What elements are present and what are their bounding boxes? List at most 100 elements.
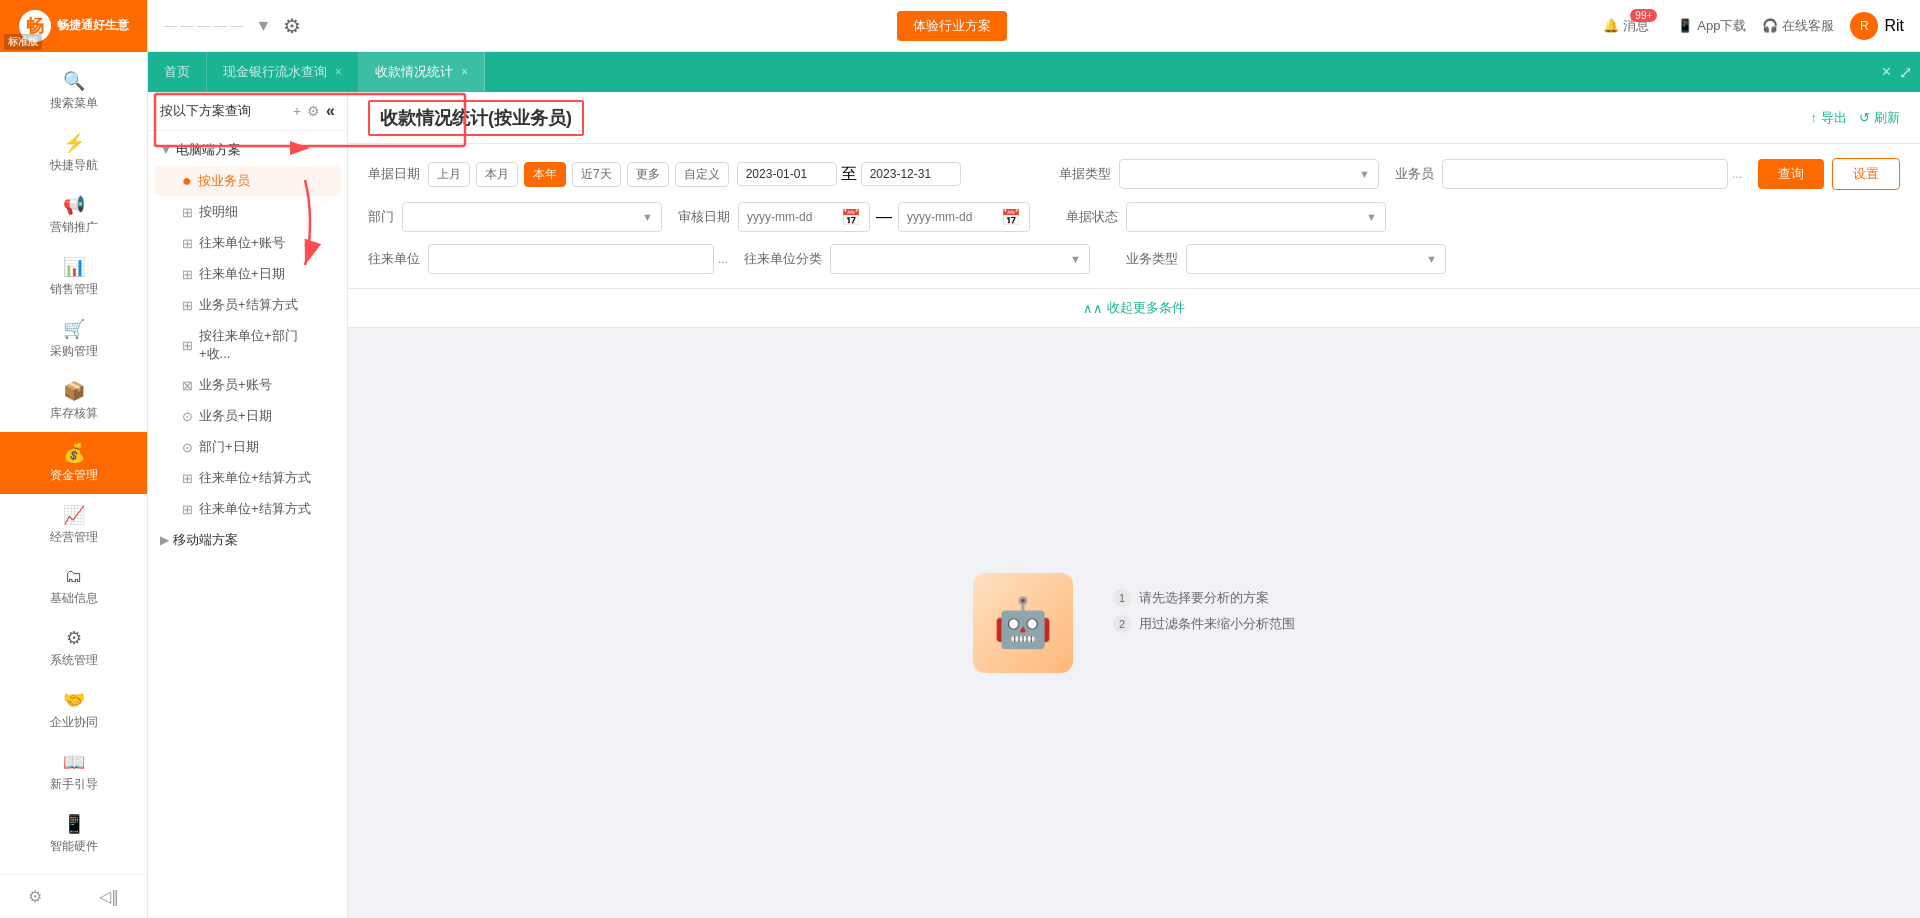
calendar-icon-2[interactable]: 📅: [1001, 208, 1021, 227]
export-btn[interactable]: ↑ 导出: [1811, 109, 1848, 127]
dept-label: 部门: [368, 208, 394, 226]
filter-docstatus: 单据状态 ▼: [1066, 202, 1386, 232]
date-btn-thisyear[interactable]: 本年: [524, 162, 566, 187]
sidebar-item-operations[interactable]: 📈 经营管理: [0, 494, 147, 556]
tab-cashflow-close[interactable]: ×: [335, 65, 342, 79]
date-range: 至: [737, 162, 961, 186]
scheme-item-salesperson-date[interactable]: ⊙ 业务员+日期: [154, 401, 341, 431]
scheme-item-partner-dept[interactable]: ⊞ 按往来单位+部门+收...: [154, 321, 341, 369]
app-download-btn[interactable]: 📱 App下载: [1677, 17, 1746, 35]
refresh-btn[interactable]: ↺ 刷新: [1859, 109, 1900, 127]
empty-steps: 1 请先选择要分析的方案 2 用过滤条件来缩小分析范围: [1113, 589, 1295, 641]
corp-icon: 🤝: [63, 689, 85, 711]
date-to-input[interactable]: [861, 162, 961, 186]
date-btn-thismonth[interactable]: 本月: [476, 162, 518, 187]
biztype-select[interactable]: ▼: [1186, 244, 1446, 274]
sidebar-label-basicinfo: 基础信息: [50, 590, 98, 607]
sidebar-item-sales[interactable]: 📊 销售管理: [0, 246, 147, 308]
sidebar-item-marketing[interactable]: 📢 营销推广: [0, 184, 147, 246]
settings-icon[interactable]: ⚙: [283, 14, 301, 38]
maximize-btn[interactable]: ⤢: [1899, 63, 1912, 82]
partner-more[interactable]: ...: [718, 252, 728, 266]
scheme-item-partner-date[interactable]: ⊞ 往来单位+日期: [154, 259, 341, 289]
dept-select[interactable]: ▼: [402, 202, 662, 232]
export-icon: ↑: [1811, 110, 1818, 125]
scheme-settings-btn[interactable]: ⚙: [307, 103, 320, 119]
scheme-item-dept-date[interactable]: ⊙ 部门+日期: [154, 432, 341, 462]
step-1-text: 请先选择要分析的方案: [1139, 589, 1269, 607]
docstatus-chevron: ▼: [1366, 211, 1377, 223]
tab-collections[interactable]: 收款情况统计 ×: [359, 52, 485, 92]
user-menu[interactable]: R Rit: [1850, 12, 1904, 40]
add-scheme-btn[interactable]: +: [293, 103, 301, 119]
scheme-group-desktop: ▼ 电脑端方案 ● 按业务员 ⊞ 按明细 ⊞ 往来单位+账号: [148, 135, 347, 524]
date-btn-7days[interactable]: 近7天: [572, 162, 621, 187]
close-tab-btn[interactable]: ×: [1882, 63, 1891, 81]
scheme-item-partner-payment1[interactable]: ⊞ 往来单位+结算方式: [154, 463, 341, 493]
collapse-panel-btn[interactable]: «: [326, 102, 335, 120]
tab-home[interactable]: 首页: [148, 52, 207, 92]
sidebar-item-quicknav[interactable]: ⚡ 快捷导航: [0, 122, 147, 184]
sidebar-item-basicinfo[interactable]: 🗂 基础信息: [0, 556, 147, 617]
salesperson-input[interactable]: [1442, 159, 1728, 189]
doctype-select[interactable]: ▼: [1119, 159, 1379, 189]
docstatus-label: 单据状态: [1066, 208, 1118, 226]
scheme-item-salesperson-payment[interactable]: ⊞ 业务员+结算方式: [154, 290, 341, 320]
biztype-chevron: ▼: [1426, 253, 1437, 265]
set-btn[interactable]: 设置: [1832, 158, 1900, 190]
tab-collections-close[interactable]: ×: [461, 65, 468, 79]
sidebar-item-wechat[interactable]: 💬 企业微信: [0, 865, 147, 874]
sidebar-item-search[interactable]: 🔍 搜索菜单: [0, 60, 147, 122]
collapse-sidebar-btn[interactable]: ◁‖: [99, 887, 119, 906]
message-icon: 🔔: [1603, 18, 1619, 33]
partner-date-icon: ⊞: [182, 267, 193, 282]
docstatus-select[interactable]: ▼: [1126, 202, 1386, 232]
topbar: — — — — — ▼ ⚙ 体验行业方案 🔔 消息 99+ 📱 App下载 🎧 …: [148, 0, 1920, 52]
scheme-group-mobile: ▶ 移动端方案: [148, 525, 347, 555]
collapse-bar[interactable]: ∧∧ 收起更多条件: [348, 289, 1920, 328]
service-btn[interactable]: 🎧 在线客服: [1762, 17, 1834, 35]
date-from-input[interactable]: [737, 162, 837, 186]
sidebar-item-system[interactable]: ⚙ 系统管理: [0, 617, 147, 679]
date-btn-custom[interactable]: 自定义: [675, 162, 729, 187]
salesperson-more[interactable]: ...: [1732, 167, 1742, 181]
date-btn-lastmonth[interactable]: 上月: [428, 162, 470, 187]
scheme-group-desktop-header[interactable]: ▼ 电脑端方案: [148, 135, 347, 165]
sidebar-item-hardware[interactable]: 📱 智能硬件: [0, 803, 147, 865]
query-btn[interactable]: 查询: [1758, 159, 1824, 189]
search-icon: 🔍: [63, 70, 85, 92]
partner-input[interactable]: [428, 244, 714, 274]
date-btn-more[interactable]: 更多: [627, 162, 669, 187]
review-date-from[interactable]: [747, 210, 837, 224]
partner-category-select[interactable]: ▼: [830, 244, 1090, 274]
tab-cashflow[interactable]: 现金银行流水查询 ×: [207, 52, 359, 92]
scheme-item-detail[interactable]: ⊞ 按明细: [154, 197, 341, 227]
scheme-item-salesperson-account-label: 业务员+账号: [199, 376, 272, 394]
scheme-item-partner-payment2[interactable]: ⊞ 往来单位+结算方式: [154, 494, 341, 524]
scheme-item-partner-account[interactable]: ⊞ 往来单位+账号: [154, 228, 341, 258]
marketing-icon: 📢: [63, 194, 85, 216]
sidebar-label-purchase: 采购管理: [50, 343, 98, 360]
scheme-item-salesperson-account[interactable]: ⊠ 业务员+账号: [154, 370, 341, 400]
scheme-item-partner-payment2-label: 往来单位+结算方式: [199, 500, 311, 518]
sidebar-label-corp: 企业协同: [50, 714, 98, 731]
scheme-group-mobile-label: 移动端方案: [173, 531, 238, 549]
sidebar-item-finance[interactable]: 💰 资金管理: [0, 432, 147, 494]
sidebar-item-purchase[interactable]: 🛒 采购管理: [0, 308, 147, 370]
sidebar-item-guide[interactable]: 📖 新手引导: [0, 741, 147, 803]
doctype-chevron: ▼: [1359, 168, 1370, 180]
scheme-item-salesperson[interactable]: ● 按业务员: [154, 166, 341, 196]
settings-btn[interactable]: ⚙: [28, 887, 42, 906]
sidebar-item-inventory[interactable]: 📦 库存核算: [0, 370, 147, 432]
topbar-actions: 体验行业方案: [897, 11, 1007, 41]
dropdown-arrow[interactable]: ▼: [255, 17, 271, 35]
scheme-group-mobile-header[interactable]: ▶ 移动端方案: [148, 525, 347, 555]
messages-btn[interactable]: 🔔 消息 99+: [1603, 17, 1649, 35]
filter-row-2: 部门 ▼ 审核日期 📅 —: [368, 202, 1900, 232]
review-date-to[interactable]: [907, 210, 997, 224]
calendar-icon[interactable]: 📅: [841, 208, 861, 227]
sidebar-item-corp[interactable]: 🤝 企业协同: [0, 679, 147, 741]
collapse-btn[interactable]: ∧∧ 收起更多条件: [1083, 299, 1185, 317]
trial-btn[interactable]: 体验行业方案: [897, 11, 1007, 41]
page-header-actions: ↑ 导出 ↺ 刷新: [1811, 109, 1901, 127]
